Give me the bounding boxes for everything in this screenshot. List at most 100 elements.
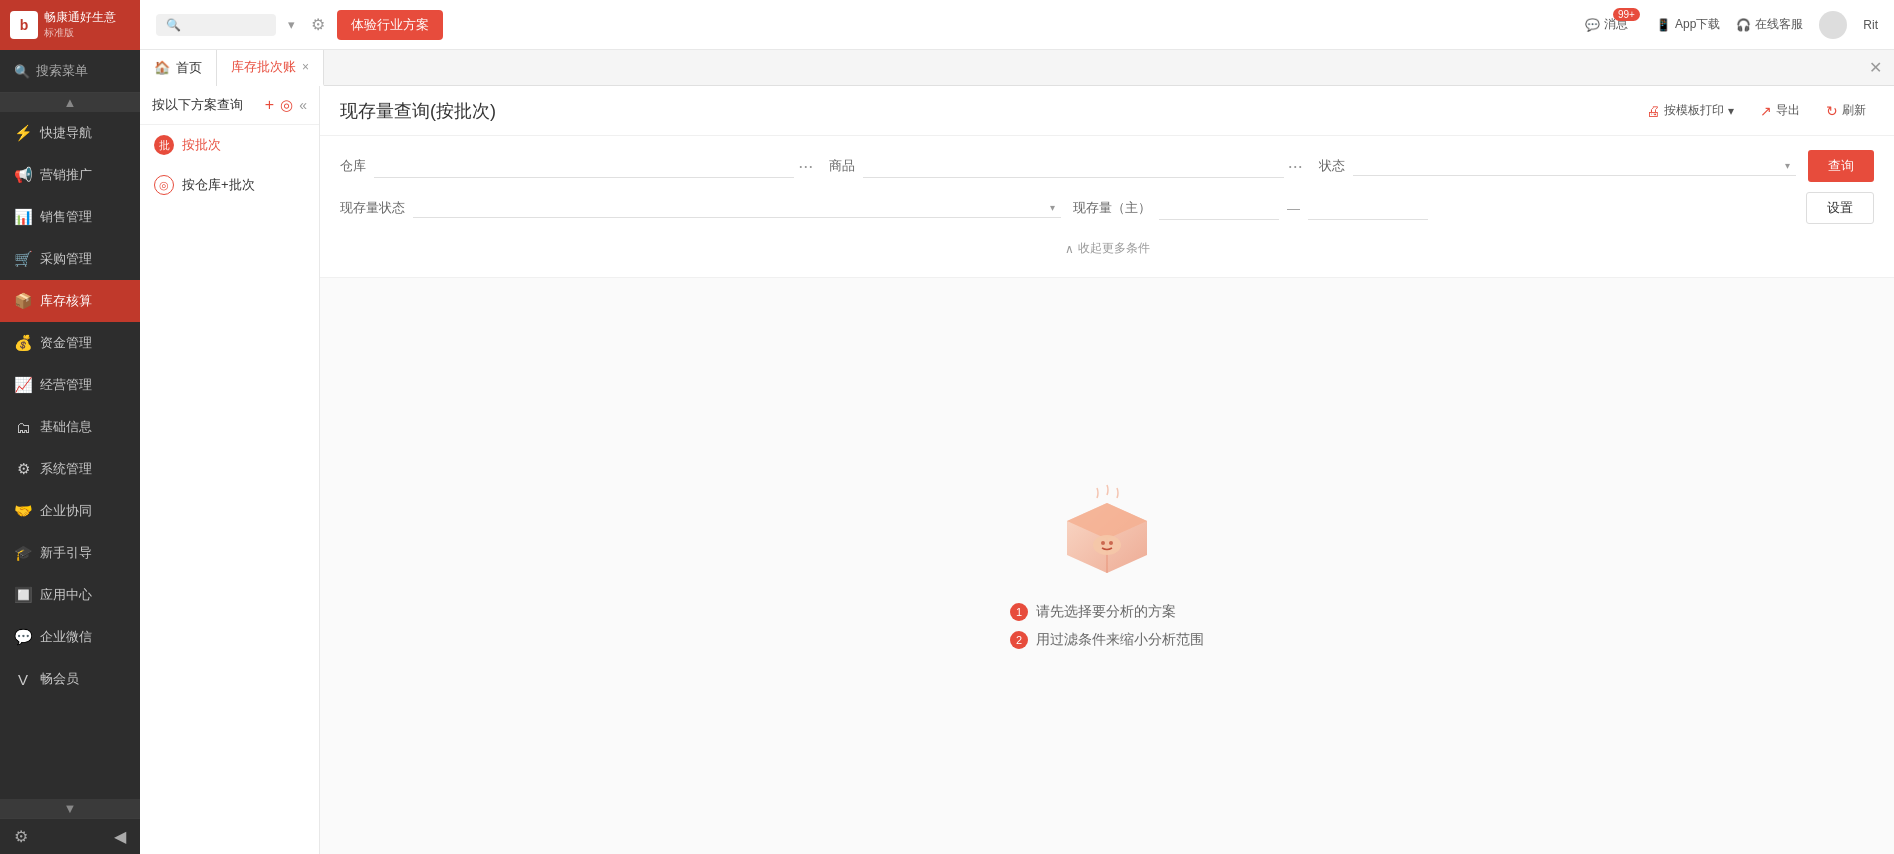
nav-label-apps: 应用中心 <box>40 586 92 604</box>
sidebar-item-enterprise[interactable]: 🤝企业协同 <box>0 490 140 532</box>
sidebar-item-marketing[interactable]: 📢营销推广 <box>0 154 140 196</box>
nav-icon-basics: 🗂 <box>14 418 32 436</box>
nav-label-marketing: 营销推广 <box>40 166 92 184</box>
filter-status: 状态 ▾ <box>1319 156 1796 176</box>
empty-step-2: 2 用过滤条件来缩小分析范围 <box>1010 631 1204 649</box>
page-title: 现存量查询(按批次) <box>340 99 496 123</box>
online-service-button[interactable]: 🎧 在线客服 <box>1736 16 1803 33</box>
topbar: 🔍 ▾ ⚙ 体验行业方案 💬 消息 99+ 📱 App下载 🎧 在线客服 Rit <box>140 0 1894 50</box>
app-edition: 标准版 <box>44 26 116 40</box>
nav-label-inventory: 库存核算 <box>40 292 92 310</box>
refresh-label: 刷新 <box>1842 102 1866 119</box>
svg-point-5 <box>1109 541 1113 545</box>
svg-point-3 <box>1093 535 1121 555</box>
set-button[interactable]: 设置 <box>1806 192 1874 224</box>
scroll-down-button[interactable]: ▼ <box>0 799 140 818</box>
sidebar-item-operations[interactable]: 📈经营管理 <box>0 364 140 406</box>
stock-status-select[interactable]: ▾ <box>413 198 1061 218</box>
sidebar-search-area[interactable]: 🔍 搜索菜单 <box>0 50 140 93</box>
scheme-collapse-icon[interactable]: « <box>299 97 307 113</box>
stock-qty-from-input[interactable] <box>1159 196 1279 220</box>
user-avatar[interactable] <box>1819 11 1847 39</box>
username-label[interactable]: Rit <box>1863 18 1878 32</box>
tab-home[interactable]: 🏠 首页 <box>140 50 217 86</box>
sidebar-item-wechat[interactable]: 💬企业微信 <box>0 616 140 658</box>
tab-active-label: 库存批次账 <box>231 58 296 76</box>
topbar-arrow-icon[interactable]: ▾ <box>284 17 299 32</box>
scheme-item-batch[interactable]: 批 按批次 <box>140 125 319 165</box>
step-2-number: 2 <box>1010 631 1028 649</box>
stock-qty-to-input[interactable] <box>1308 196 1428 220</box>
nav-label-finance: 资金管理 <box>40 334 92 352</box>
sidebar-item-sales[interactable]: 📊销售管理 <box>0 196 140 238</box>
filter-stock-qty: 现存量（主） — <box>1073 196 1794 220</box>
sidebar-header: b 畅康通好生意 标准版 <box>0 0 140 50</box>
search-menu-button[interactable]: 🔍 搜索菜单 <box>10 58 130 84</box>
sidebar-item-apps[interactable]: 🔲 应用中心 <box>0 574 140 616</box>
warehouse-more-icon[interactable]: ··· <box>794 156 817 177</box>
export-label: 导出 <box>1776 102 1800 119</box>
print-button[interactable]: 🖨 按模板打印 ▾ <box>1638 98 1742 123</box>
trial-button[interactable]: 体验行业方案 <box>337 10 443 40</box>
status-select[interactable]: ▾ <box>1353 156 1796 176</box>
app-download-label: App下载 <box>1675 16 1720 33</box>
headset-icon: 🎧 <box>1736 18 1751 32</box>
empty-svg-icon <box>1047 483 1167 583</box>
scheme-settings-icon[interactable]: ◎ <box>280 96 293 114</box>
nav-icon-inventory: 📦 <box>14 292 32 310</box>
product-more-icon[interactable]: ··· <box>1284 156 1307 177</box>
content-area: 按以下方案查询 + ◎ « 批 按批次 ◎ 按仓库+批次 现存量查询(按批次) <box>140 86 1894 854</box>
filter-row-2: 现存量状态 ▾ 现存量（主） — 设置 <box>340 192 1874 224</box>
sidebar-item-finance[interactable]: 💰资金管理 <box>0 322 140 364</box>
collapse-more-button[interactable]: ∧ 收起更多条件 <box>340 234 1874 263</box>
nav-label-member: 畅会员 <box>40 670 79 688</box>
message-button[interactable]: 💬 消息 99+ <box>1585 16 1628 33</box>
refresh-button[interactable]: ↻ 刷新 <box>1818 98 1874 123</box>
sidebar-item-system[interactable]: ⚙系统管理 <box>0 448 140 490</box>
query-button[interactable]: 查询 <box>1808 150 1874 182</box>
nav-icon-wechat: 💬 <box>14 628 32 646</box>
scheme-panel-title: 按以下方案查询 <box>152 96 243 114</box>
sidebar-item-basics[interactable]: 🗂 基础信息 <box>0 406 140 448</box>
tab-inventory-batch[interactable]: 库存批次账 × <box>217 50 324 86</box>
scheme-item-warehouse-batch[interactable]: ◎ 按仓库+批次 <box>140 165 319 205</box>
topbar-gear-icon[interactable]: ⚙ <box>307 15 329 34</box>
nav-label-system: 系统管理 <box>40 460 92 478</box>
stock-qty-dash: — <box>1279 201 1308 216</box>
step-1-number: 1 <box>1010 603 1028 621</box>
add-scheme-button[interactable]: + <box>265 96 274 114</box>
empty-state: 1 请先选择要分析的方案 2 用过滤条件来缩小分析范围 <box>320 278 1894 854</box>
svg-point-4 <box>1101 541 1105 545</box>
tabbar: 🏠 首页 库存批次账 × ✕ <box>140 50 1894 86</box>
page-header: 现存量查询(按批次) 🖨 按模板打印 ▾ ↗ 导出 ↻ 刷新 <box>320 86 1894 136</box>
export-button[interactable]: ↗ 导出 <box>1752 98 1808 123</box>
nav-label-basics: 基础信息 <box>40 418 92 436</box>
app-download-button[interactable]: 📱 App下载 <box>1656 16 1720 33</box>
empty-illustration <box>1047 483 1167 583</box>
nav-icon-apps: 🔲 <box>14 586 32 604</box>
scheme-panel-actions: + ◎ « <box>265 96 307 114</box>
sidebar-item-quick-nav[interactable]: ⚡快捷导航 <box>0 112 140 154</box>
footer-settings-icon[interactable]: ⚙ <box>14 827 28 846</box>
sidebar-item-inventory[interactable]: 📦 库存核算 <box>0 280 140 322</box>
app-title: 畅康通好生意 <box>44 10 116 26</box>
tab-home-label: 首页 <box>176 59 202 77</box>
product-label: 商品 <box>829 157 855 175</box>
stock-status-arrow-icon: ▾ <box>1050 202 1055 213</box>
nav-label-newbie: 新手引导 <box>40 544 92 562</box>
main-area: 🔍 ▾ ⚙ 体验行业方案 💬 消息 99+ 📱 App下载 🎧 在线客服 Rit <box>140 0 1894 854</box>
topbar-search-icon: 🔍 <box>166 18 181 32</box>
page-actions: 🖨 按模板打印 ▾ ↗ 导出 ↻ 刷新 <box>1638 98 1874 123</box>
warehouse-input[interactable] <box>374 154 794 178</box>
tab-panel-close-button[interactable]: ✕ <box>1857 58 1894 77</box>
sidebar-item-member[interactable]: V畅会员 <box>0 658 140 700</box>
topbar-search[interactable]: 🔍 <box>156 14 276 36</box>
product-input[interactable] <box>863 154 1283 178</box>
sidebar-item-newbie[interactable]: 🎓新手引导 <box>0 532 140 574</box>
footer-collapse-icon[interactable]: ◀ <box>114 827 126 846</box>
tab-close-icon[interactable]: × <box>302 60 309 74</box>
scheme-panel: 按以下方案查询 + ◎ « 批 按批次 ◎ 按仓库+批次 <box>140 86 320 854</box>
sidebar-item-purchase[interactable]: 🛒采购管理 <box>0 238 140 280</box>
scroll-up-button[interactable]: ▲ <box>0 93 140 112</box>
export-icon: ↗ <box>1760 103 1772 119</box>
